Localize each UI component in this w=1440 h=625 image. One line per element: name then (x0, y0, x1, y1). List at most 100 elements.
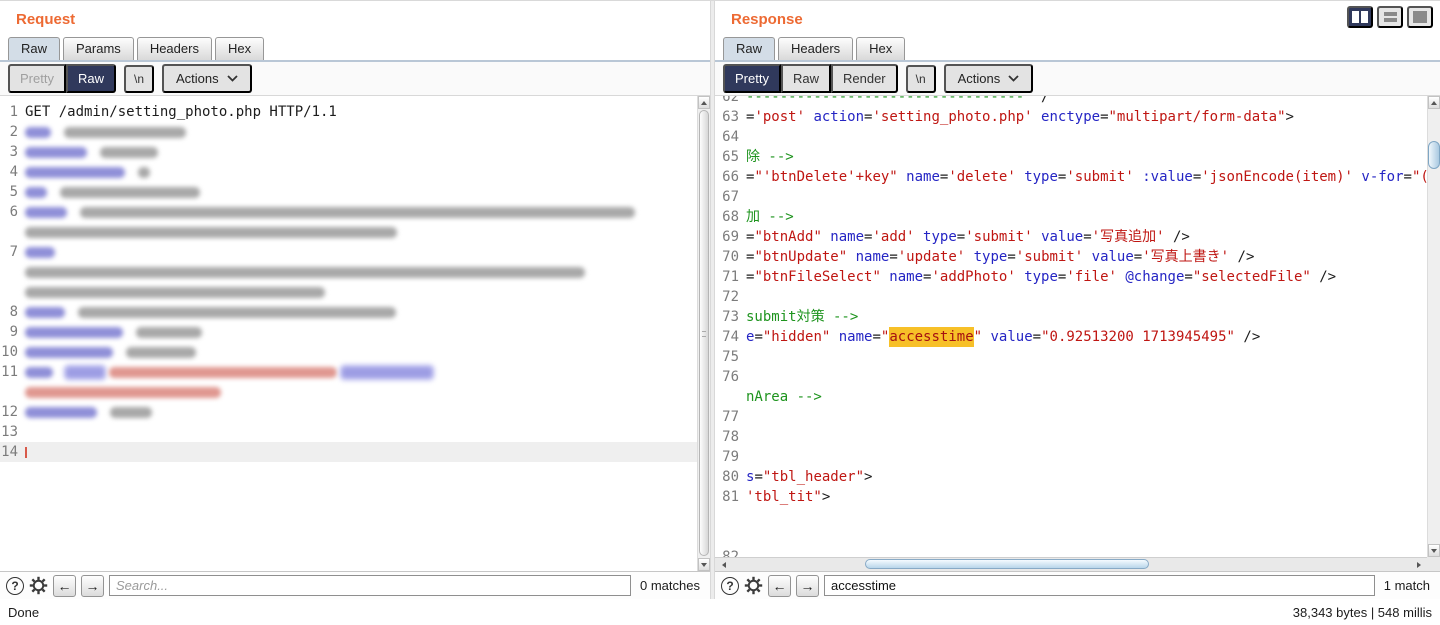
code-line: 69="btnAdd" name='add' type='submit' val… (715, 227, 1427, 247)
request-vertical-scrollbar[interactable] (697, 96, 710, 571)
code-line: 80s="tbl_header"> (715, 467, 1427, 487)
redacted-text-blob (78, 307, 396, 318)
view-button-raw[interactable]: Raw (781, 64, 831, 93)
line-number: 14 (0, 442, 18, 462)
response-scrollbar-thumb[interactable] (1428, 141, 1440, 169)
redacted-line: 5 (0, 182, 697, 202)
redacted-text-blob (25, 247, 55, 258)
code-line: 71="btnFileSelect" name='addPhoto' type=… (715, 267, 1427, 287)
code-line: 64 (715, 127, 1427, 147)
next-match-button[interactable]: → (796, 575, 819, 597)
tab-hex[interactable]: Hex (215, 37, 264, 60)
redacted-text-blob (25, 387, 221, 398)
redacted-text-blob (25, 287, 325, 298)
redacted-text-blob (25, 267, 585, 278)
scroll-down-icon[interactable] (1428, 544, 1440, 557)
redacted-text-blob (25, 347, 113, 358)
response-search-input[interactable] (824, 575, 1375, 596)
line-number: 8 (0, 302, 18, 322)
redacted-text-blob (100, 147, 158, 158)
scroll-down-icon[interactable] (698, 558, 710, 571)
request-search-input[interactable] (109, 575, 631, 596)
help-icon[interactable]: ? (721, 577, 739, 595)
request-toolbar: PrettyRaw \n Actions (0, 62, 710, 96)
response-newline-toggle-button[interactable]: \n (906, 65, 936, 93)
scroll-up-icon[interactable] (698, 96, 710, 109)
redacted-text-blob (342, 367, 432, 378)
request-actions-button[interactable]: Actions (162, 64, 252, 93)
code-line: 74e="hidden" name="accesstime" value="0.… (715, 327, 1427, 347)
request-newline-toggle-button[interactable]: \n (124, 65, 154, 93)
scroll-left-icon[interactable] (717, 559, 730, 570)
response-actions-button[interactable]: Actions (944, 64, 1034, 93)
view-button-pretty[interactable]: Pretty (723, 64, 781, 93)
request-actions-label: Actions (176, 71, 219, 86)
view-button-pretty[interactable]: Pretty (8, 64, 66, 93)
redacted-text-blob (126, 347, 196, 358)
split-columns-layout-button[interactable] (1347, 6, 1373, 28)
redacted-text-blob (25, 207, 67, 218)
single-pane-layout-button[interactable] (1407, 6, 1433, 28)
redacted-line (0, 382, 697, 402)
gear-icon[interactable] (29, 576, 48, 595)
chevron-down-icon (227, 75, 238, 82)
request-match-count: 0 matches (636, 578, 704, 593)
redacted-line: 12 (0, 402, 697, 422)
response-vertical-scrollbar[interactable] (1427, 96, 1440, 571)
previous-match-button[interactable]: ← (53, 575, 76, 597)
view-button-render[interactable]: Render (831, 64, 898, 93)
line-number: 75 (715, 347, 739, 367)
tab-raw[interactable]: Raw (8, 37, 60, 60)
tab-params[interactable]: Params (63, 37, 134, 60)
http-message-viewer: Request RawParamsHeadersHex PrettyRaw \n… (0, 0, 1440, 625)
response-horizontal-scrollbar[interactable] (715, 557, 1427, 571)
line-number: 4 (0, 162, 18, 182)
request-editor[interactable]: 1GET /admin/setting_photo.php HTTP/1.123… (0, 96, 710, 571)
redacted-line: 4 (0, 162, 697, 182)
redacted-text-blob (66, 367, 104, 378)
view-button-raw[interactable]: Raw (66, 64, 116, 93)
response-hscrollbar-thumb[interactable] (865, 559, 1150, 569)
tab-headers[interactable]: Headers (137, 37, 212, 60)
response-panel: Response RawHeadersHex PrettyRawRender \… (715, 1, 1440, 599)
scroll-right-icon[interactable] (1412, 559, 1425, 570)
response-editor[interactable]: 62--------------------------------- /63=… (715, 96, 1440, 571)
line-number: 13 (0, 422, 18, 442)
redacted-line (0, 262, 697, 282)
request-header: Request (0, 1, 710, 37)
request-code-lines: 1GET /admin/setting_photo.php HTTP/1.123… (0, 96, 697, 462)
single-pane-icon (1413, 11, 1427, 23)
next-match-button[interactable]: → (81, 575, 104, 597)
tab-headers[interactable]: Headers (778, 37, 853, 60)
search-highlight: accesstime (889, 327, 973, 347)
split-columns-icon (1361, 11, 1368, 23)
gear-icon[interactable] (744, 576, 763, 595)
tab-raw[interactable]: Raw (723, 37, 775, 60)
redacted-line: 6 (0, 202, 697, 222)
line-number: 77 (715, 407, 739, 427)
scroll-up-icon[interactable] (1428, 96, 1440, 109)
redacted-line: 7 (0, 242, 697, 262)
scrollbar-corner (1427, 557, 1440, 571)
tab-hex[interactable]: Hex (856, 37, 905, 60)
redacted-text-blob (25, 307, 65, 318)
redacted-line (0, 222, 697, 242)
code-line: 13 (0, 422, 697, 442)
redacted-text-blob (64, 127, 186, 138)
previous-match-button[interactable]: ← (768, 575, 791, 597)
code-line: 14 (0, 442, 697, 462)
line-number: 72 (715, 287, 739, 307)
line-number: 69 (715, 227, 739, 247)
request-scrollbar-thumb[interactable] (699, 110, 709, 556)
split-rows-layout-button[interactable] (1377, 6, 1403, 28)
chevron-down-icon (1008, 75, 1019, 82)
line-number: 67 (715, 187, 739, 207)
line-number: 70 (715, 247, 739, 267)
split-rows-icon (1384, 12, 1397, 22)
redacted-line: 10 (0, 342, 697, 362)
help-icon[interactable]: ? (6, 577, 24, 595)
line-number: 10 (0, 342, 18, 362)
redacted-text-blob (25, 227, 397, 238)
line-number: 66 (715, 167, 739, 187)
line-number: 74 (715, 327, 739, 347)
